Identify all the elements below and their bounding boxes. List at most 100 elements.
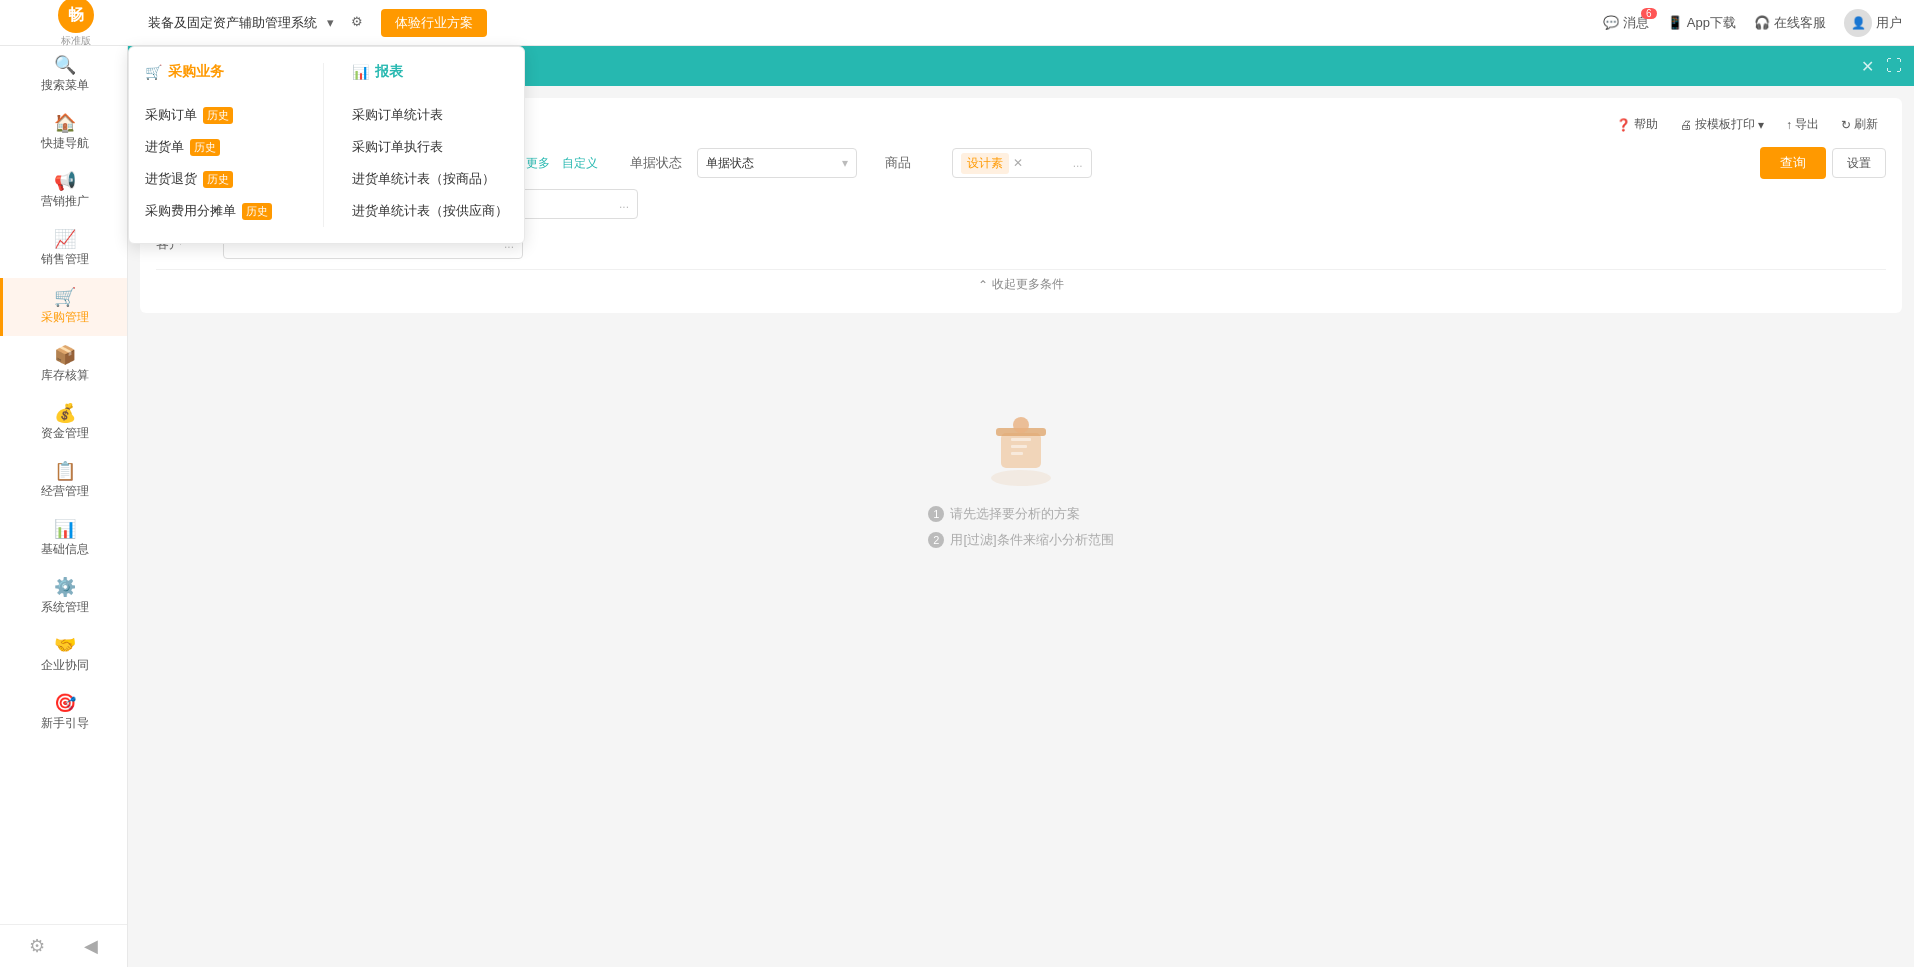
settings-button[interactable]: 设置 xyxy=(1832,148,1886,178)
svg-rect-7 xyxy=(1011,445,1027,448)
sidebar-collapse-button[interactable]: ◀ xyxy=(84,935,98,957)
query-button[interactable]: 查询 xyxy=(1760,147,1826,179)
page-content: ❓ 帮助 🖨 按模板打印 ▾ ↑ 导出 ↻ xyxy=(128,86,1914,967)
date-quick-buttons: 近7天 更多 自定义 xyxy=(479,153,602,174)
sidebar-settings-button[interactable]: ⚙ xyxy=(29,935,45,957)
logo-subtitle: 标准版 xyxy=(61,34,91,48)
salesperson-label: 业务员 xyxy=(411,195,466,213)
headset-icon: 🎧 xyxy=(1754,15,1770,30)
toolbar-row: ❓ 帮助 🖨 按模板打印 ▾ ↑ 导出 ↻ xyxy=(156,112,1886,137)
system-dropdown-arrow[interactable]: ▾ xyxy=(323,16,337,30)
sidebar-item-system[interactable]: ⚙️ 系统管理 xyxy=(0,568,127,626)
customer-arrow: ... xyxy=(504,237,514,251)
rank-select[interactable]: 金额 ▾ xyxy=(223,189,383,219)
tab-bar: 首页 销售排行榜 ✕ ✕ ⛶ xyxy=(128,46,1914,86)
salesperson-select[interactable]: ... xyxy=(478,189,638,219)
content-area: 首页 销售排行榜 ✕ ✕ ⛶ ❓ 帮助 xyxy=(128,46,1914,967)
export-button[interactable]: ↑ 导出 xyxy=(1778,112,1827,137)
date-custom-button[interactable]: 自定义 xyxy=(558,153,602,174)
basic-info-icon: 📊 xyxy=(54,520,76,538)
app-download-button[interactable]: 📱 App下载 xyxy=(1667,14,1736,32)
operation-icon: 📋 xyxy=(54,462,76,480)
date-separator: 至 xyxy=(337,153,353,174)
avatar-icon: 👤 xyxy=(1851,16,1866,30)
date-range: 至 xyxy=(223,148,467,178)
tab-close-icon[interactable]: ✕ xyxy=(1857,53,1878,80)
empty-illustration xyxy=(976,403,1066,493)
customer-filter-row: 客户 ... xyxy=(156,229,1886,259)
sidebar-item-inventory[interactable]: 📦 库存核算 xyxy=(0,336,127,394)
hint-num-1: 1 xyxy=(928,506,944,522)
svg-text:畅: 畅 xyxy=(68,6,84,23)
print-icon: 🖨 xyxy=(1680,118,1692,132)
help-button[interactable]: ❓ 帮助 xyxy=(1608,112,1666,137)
customer-select[interactable]: ... xyxy=(223,229,523,259)
filter-panel: ❓ 帮助 🖨 按模板打印 ▾ ↑ 导出 ↻ xyxy=(140,98,1902,313)
goods-tag-close[interactable]: ✕ xyxy=(1013,156,1023,170)
messages-button[interactable]: 💬 消息 6 xyxy=(1603,14,1649,32)
date-end-input[interactable] xyxy=(357,148,467,178)
tab-bar-actions: ✕ ⛶ xyxy=(1857,46,1914,86)
logo-area: 畅 标准版 xyxy=(12,0,140,48)
goods-tag: 设计素 xyxy=(961,153,1009,174)
date-7days-button[interactable]: 近7天 xyxy=(479,153,518,174)
help-icon: ❓ xyxy=(1616,118,1631,132)
tab-fullscreen-icon[interactable]: ⛶ xyxy=(1882,53,1906,79)
date-start-input[interactable] xyxy=(223,148,333,178)
action-buttons: 查询 设置 xyxy=(1760,147,1886,179)
date-filter-row: 日期 至 近7天 更多 自定义 单据状态 单据状态 ▾ xyxy=(156,147,1886,179)
sidebar-item-operation[interactable]: 📋 经营管理 xyxy=(0,452,127,510)
sidebar-item-purchase[interactable]: 🛒 采购管理 xyxy=(0,278,127,336)
online-service-button[interactable]: 🎧 在线客服 xyxy=(1754,14,1826,32)
goods-filter[interactable]: 设计素 ✕ ... xyxy=(952,148,1092,178)
sidebar-item-basic-info[interactable]: 📊 基础信息 xyxy=(0,510,127,568)
svg-point-2 xyxy=(991,470,1051,486)
date-more-button[interactable]: 更多 xyxy=(522,153,554,174)
rank-filter-row: 排名项目 金额 ▾ 业务员 ... xyxy=(156,189,1886,219)
voucher-status-arrow: ▾ xyxy=(842,156,848,170)
rank-label: 排名项目 xyxy=(156,195,211,213)
sidebar-item-finance[interactable]: 💰 资金管理 xyxy=(0,394,127,452)
svg-rect-8 xyxy=(1011,452,1023,455)
print-dropdown-arrow[interactable]: ▾ xyxy=(1758,118,1764,132)
marketing-icon: 📢 xyxy=(54,172,76,190)
sidebar-item-guide[interactable]: 🎯 新手引导 xyxy=(0,684,127,742)
inventory-icon: 📦 xyxy=(54,346,76,364)
sidebar-item-marketing[interactable]: 📢 营销推广 xyxy=(0,162,127,220)
tab-close-button[interactable]: ✕ xyxy=(278,59,288,73)
logo-icon: 畅 xyxy=(58,0,94,33)
voucher-status-select[interactable]: 单据状态 ▾ xyxy=(697,148,857,178)
sidebar-bottom: ⚙ ◀ xyxy=(0,924,127,967)
rank-value: 金额 xyxy=(232,196,256,213)
tab-home[interactable]: 首页 xyxy=(128,46,187,86)
print-button[interactable]: 🖨 按模板打印 ▾ xyxy=(1672,112,1772,137)
empty-hints: 1 请先选择要分析的方案 2 用[过滤]条件来缩小分析范围 xyxy=(928,505,1113,549)
home-icon: 🏠 xyxy=(54,114,76,132)
user-menu-button[interactable]: 👤 用户 xyxy=(1844,9,1902,37)
system-title-area: 装备及固定资产辅助管理系统 ▾ ⚙ xyxy=(148,14,369,32)
refresh-button[interactable]: ↻ 刷新 xyxy=(1833,112,1886,137)
sales-icon: 📈 xyxy=(54,230,76,248)
sidebar-item-search[interactable]: 🔍 搜索菜单 xyxy=(0,46,127,104)
empty-hint-2: 2 用[过滤]条件来缩小分析范围 xyxy=(928,531,1113,549)
system-title-text: 装备及固定资产辅助管理系统 xyxy=(148,14,317,32)
sidebar-item-enterprise[interactable]: 🤝 企业协同 xyxy=(0,626,127,684)
refresh-icon: ↻ xyxy=(1841,118,1851,132)
collapse-button[interactable]: ⌃ 收起更多条件 xyxy=(156,269,1886,299)
industry-button[interactable]: 体验行业方案 xyxy=(381,9,487,37)
salesperson-arrow: ... xyxy=(619,197,629,211)
finance-icon: 💰 xyxy=(54,404,76,422)
collapse-arrow-icon: ⌃ xyxy=(978,278,988,292)
phone-icon: 📱 xyxy=(1667,15,1683,30)
avatar: 👤 xyxy=(1844,9,1872,37)
customer-label: 客户 xyxy=(156,235,211,253)
empty-hint-1: 1 请先选择要分析的方案 xyxy=(928,505,1113,523)
messages-badge: 6 xyxy=(1641,8,1657,19)
sidebar-item-quick-nav[interactable]: 🏠 快捷导航 xyxy=(0,104,127,162)
hint-num-2: 2 xyxy=(928,532,944,548)
settings-icon[interactable]: ⚙ xyxy=(351,14,369,32)
tab-sales-rank[interactable]: 销售排行榜 ✕ xyxy=(187,46,305,86)
goods-label: 商品 xyxy=(885,154,940,172)
date-label: 日期 xyxy=(156,154,211,172)
sidebar-item-sales[interactable]: 📈 销售管理 xyxy=(0,220,127,278)
